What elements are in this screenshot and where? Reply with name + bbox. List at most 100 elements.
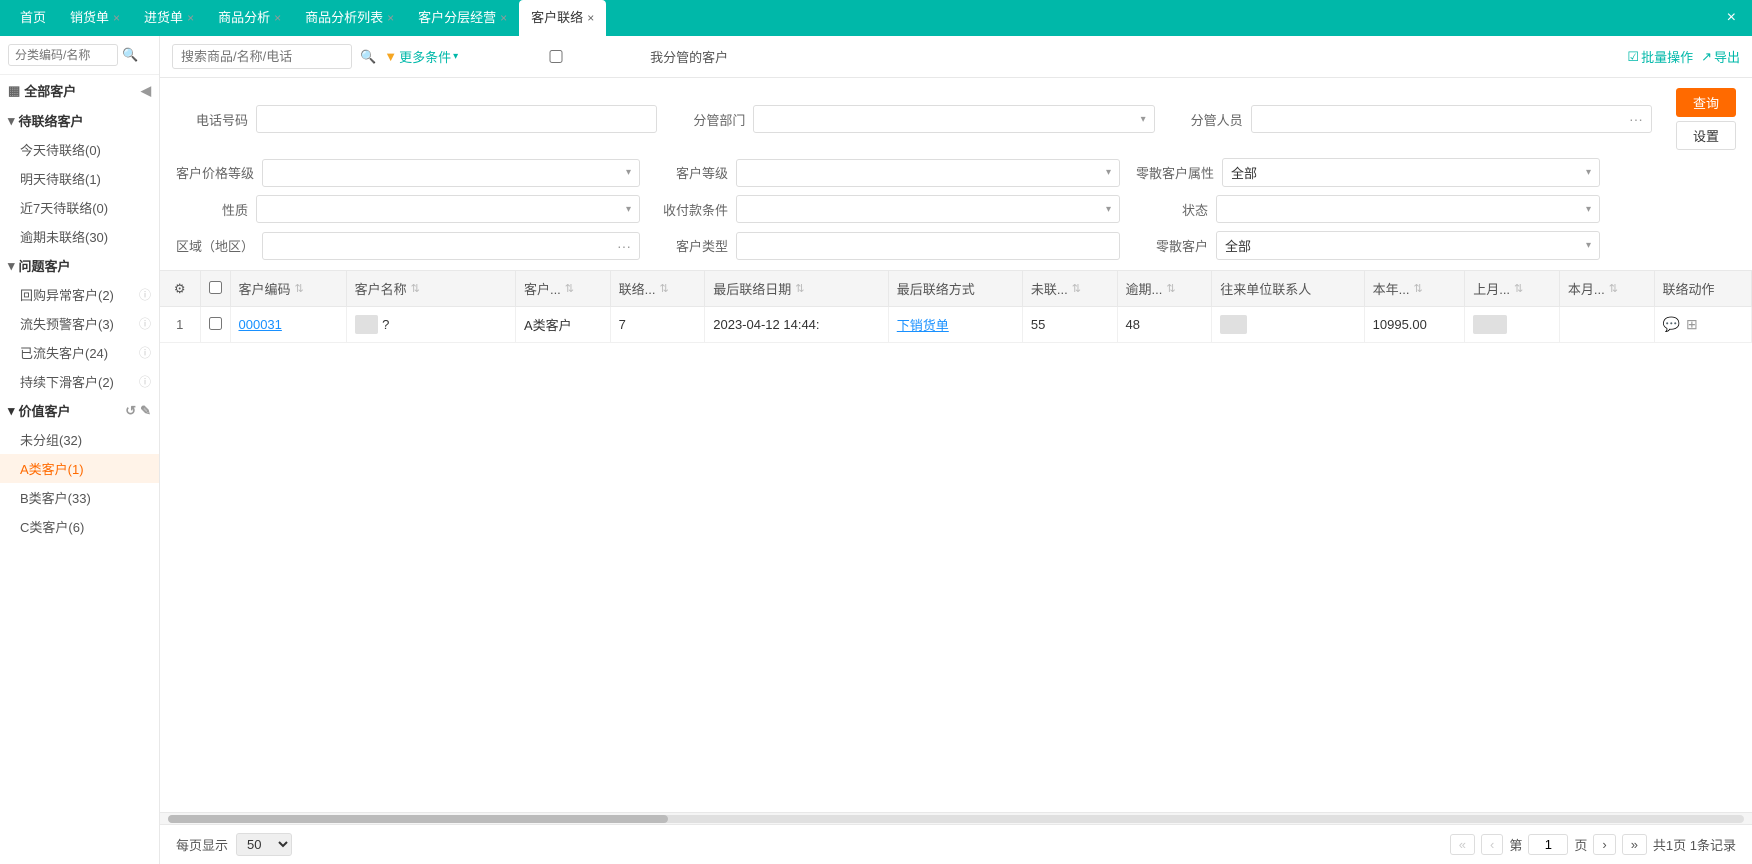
customer-level-dropdown[interactable]: ▾ — [736, 159, 1120, 187]
close-icon[interactable]: × — [387, 0, 394, 36]
sidebar-item-churned[interactable]: 已流失客户(24) ⓘ — [0, 338, 159, 367]
close-icon[interactable]: × — [587, 0, 594, 36]
sort-icon[interactable]: ⇅ — [1609, 282, 1618, 295]
settings-button[interactable]: 设置 — [1676, 121, 1736, 150]
window-close-icon[interactable]: × — [1719, 9, 1744, 27]
close-icon[interactable]: × — [274, 0, 281, 36]
filter-sparse-customer: 零散客户 全部▾ — [1136, 231, 1616, 260]
filter-bar: 🔍 ▼ 更多条件 ▾ 我分管的客户 ☑ 批量操作 ↗ 导出 — [160, 36, 1752, 78]
sort-icon[interactable]: ⇅ — [1166, 282, 1175, 295]
sidebar-search-icon[interactable]: 🔍 — [122, 47, 138, 63]
sparse-attr-dropdown[interactable]: 全部▾ — [1222, 158, 1600, 187]
sidebar-all-customers[interactable]: ▦ 全部客户 ◀ — [0, 75, 159, 106]
gear-icon[interactable]: ⚙ — [174, 281, 186, 296]
sidebar-item-declining[interactable]: 持续下滑客户(2) ⓘ — [0, 367, 159, 396]
filter-customer-level: 客户等级 ▾ — [656, 159, 1136, 187]
nav-product-list[interactable]: 商品分析列表 × — [293, 0, 406, 36]
scrollbar-thumb[interactable] — [168, 815, 668, 823]
export-button[interactable]: ↗ 导出 — [1701, 47, 1740, 66]
close-icon[interactable]: × — [500, 0, 507, 36]
sort-icon[interactable]: ⇅ — [659, 282, 668, 295]
sort-icon[interactable]: ⇅ — [1072, 282, 1081, 295]
more-conditions-button[interactable]: ▼ 更多条件 ▾ — [384, 47, 458, 66]
sidebar-pending-header[interactable]: ▾ 待联络客户 — [0, 106, 159, 135]
qr-icon[interactable]: ⊞ — [1686, 316, 1698, 333]
sidebar-item-tomorrow[interactable]: 明天待联络(1) — [0, 164, 159, 193]
sidebar-search-input[interactable] — [8, 44, 118, 66]
prev-page-button[interactable]: ‹ — [1481, 834, 1503, 855]
refresh-icon[interactable]: ↺ — [125, 403, 136, 419]
phone-label: 电话号码 — [176, 110, 256, 129]
close-icon[interactable]: × — [113, 0, 120, 36]
dept-dropdown[interactable]: ▾ — [753, 105, 1154, 133]
sparse-customer-dropdown[interactable]: 全部▾ — [1216, 231, 1600, 260]
select-all-checkbox[interactable] — [209, 281, 222, 294]
edit-icon[interactable]: ✎ — [140, 403, 151, 419]
sidebar-item-today[interactable]: 今天待联络(0) — [0, 135, 159, 164]
batch-op-button[interactable]: ☑ 批量操作 — [1627, 47, 1693, 66]
nav-customer-contact[interactable]: 客户联络 × — [519, 0, 606, 36]
region-input[interactable]: ··· — [262, 232, 640, 260]
row-uncontact: 55 — [1022, 307, 1117, 343]
sidebar-item-class-a[interactable]: A类客户(1) — [0, 454, 159, 483]
horizontal-scrollbar[interactable] — [160, 812, 1752, 824]
first-page-button[interactable]: « — [1450, 834, 1475, 855]
search-input[interactable] — [172, 44, 352, 69]
export-icon: ↗ — [1701, 49, 1712, 65]
my-customers-checkbox[interactable] — [466, 50, 646, 63]
row-overdue: 48 — [1117, 307, 1212, 343]
column-this-year: 本年... ⇅ — [1364, 271, 1465, 307]
chat-icon[interactable]: 💬 — [1663, 316, 1680, 333]
chevron-down-icon: ▾ — [626, 204, 631, 215]
payment-label: 收付款条件 — [656, 200, 736, 219]
customer-type-input[interactable] — [736, 232, 1120, 260]
sort-icon[interactable]: ⇅ — [411, 282, 420, 295]
sort-icon[interactable]: ⇅ — [295, 282, 304, 295]
nav-home[interactable]: 首页 — [8, 0, 58, 36]
row-checkbox-cell — [200, 307, 230, 343]
sparse-customer-label: 零散客户 — [1136, 236, 1216, 255]
sort-icon[interactable]: ⇅ — [1414, 282, 1423, 295]
sort-icon[interactable]: ⇅ — [565, 282, 574, 295]
sidebar-item-class-c[interactable]: C类客户(6) — [0, 512, 159, 541]
column-level: 客户... ⇅ — [515, 271, 610, 307]
nature-dropdown[interactable]: ▾ — [256, 195, 640, 223]
nav-product-analysis[interactable]: 商品分析 × — [206, 0, 293, 36]
close-icon[interactable]: × — [187, 0, 194, 36]
payment-dropdown[interactable]: ▾ — [736, 195, 1120, 223]
page-size-select[interactable]: 50 100 200 — [236, 833, 292, 856]
price-level-dropdown[interactable]: ▾ — [262, 159, 640, 187]
sidebar-problem-header[interactable]: ▾ 问题客户 — [0, 251, 159, 280]
sort-icon[interactable]: ⇅ — [795, 282, 804, 295]
sidebar-item-ungrouped[interactable]: 未分组(32) — [0, 425, 159, 454]
row-contact2: ██ — [1212, 307, 1364, 343]
my-customers-checkbox-label[interactable]: 我分管的客户 — [466, 47, 728, 66]
row-checkbox[interactable] — [209, 317, 222, 330]
column-gear: ⚙ — [160, 271, 200, 307]
manager-label: 分管人员 — [1171, 110, 1251, 129]
nav-customer-segment[interactable]: 客户分层经营 × — [406, 0, 519, 36]
sidebar-item-repurchase-abnormal[interactable]: 回购异常客户(2) ⓘ — [0, 280, 159, 309]
status-dropdown[interactable]: ▾ — [1216, 195, 1600, 223]
sidebar-item-overdue[interactable]: 逾期未联络(30) — [0, 222, 159, 251]
page-number-input[interactable] — [1528, 834, 1568, 855]
nav-sales[interactable]: 销货单 × — [58, 0, 132, 36]
last-page-button[interactable]: » — [1622, 834, 1647, 855]
filter-payment: 收付款条件 ▾ — [656, 195, 1136, 223]
query-button[interactable]: 查询 — [1676, 88, 1736, 117]
sidebar-item-7days[interactable]: 近7天待联络(0) — [0, 193, 159, 222]
nav-purchase[interactable]: 进货单 × — [132, 0, 206, 36]
search-button[interactable]: 🔍 — [360, 49, 376, 65]
sidebar-item-class-b[interactable]: B类客户(33) — [0, 483, 159, 512]
collapse-icon[interactable]: ◀ — [141, 83, 151, 99]
manager-input[interactable]: ··· — [1251, 105, 1652, 133]
phone-input[interactable] — [256, 105, 657, 133]
next-page-button[interactable]: › — [1593, 834, 1615, 855]
filter-dept: 分管部门 ▾ — [673, 105, 1170, 133]
column-name: 客户名称 ⇅ — [346, 271, 515, 307]
row-code[interactable]: 000031 — [230, 307, 346, 343]
page-size-label: 每页显示 — [176, 835, 228, 854]
sidebar-item-churn-warning[interactable]: 流失预警客户(3) ⓘ — [0, 309, 159, 338]
sort-icon[interactable]: ⇅ — [1514, 282, 1523, 295]
customer-level-label: 客户等级 — [656, 163, 736, 182]
